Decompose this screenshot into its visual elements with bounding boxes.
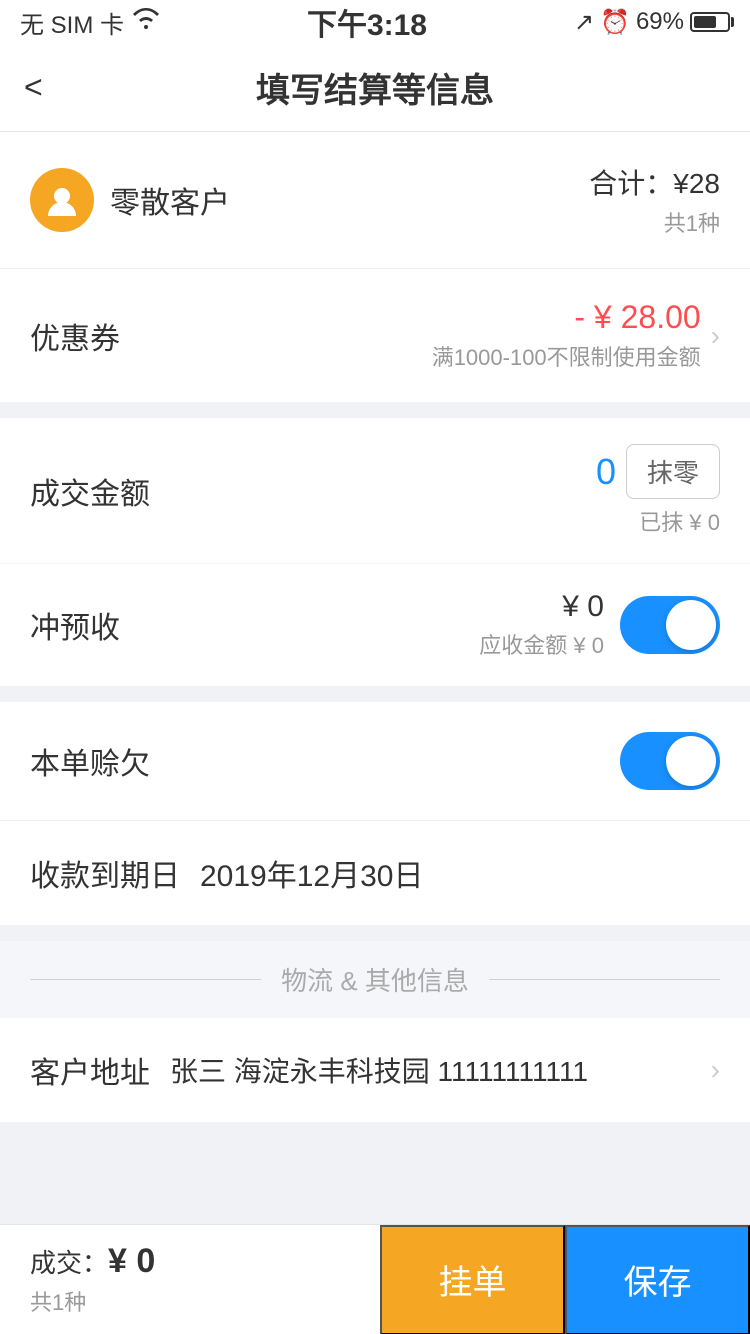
due-date-value: 2019年12月30日 — [200, 851, 423, 895]
status-left: 无 SIM 卡 — [20, 5, 160, 40]
debt-label: 本单赊欠 — [30, 739, 150, 783]
transaction-right: 0 抹零 已抹 ¥ 0 — [556, 444, 720, 537]
coupon-chevron: › — [711, 320, 720, 352]
address-label: 客户地址 — [30, 1048, 150, 1092]
content: 零散客户 合计：¥28 共1种 优惠券 - ¥ 28.00 满1000-100不… — [0, 132, 750, 1258]
logistics-header: 物流 & 其他信息 — [0, 941, 750, 1018]
debt-card: 本单赊欠 收款到期日 2019年12月30日 — [0, 702, 750, 925]
coupon-row[interactable]: 优惠券 - ¥ 28.00 满1000-100不限制使用金额 › — [0, 268, 750, 402]
coupon-right: - ¥ 28.00 满1000-100不限制使用金额 › — [432, 299, 720, 372]
debt-toggle-knob — [666, 736, 716, 786]
alarm-icon: ⏰ — [600, 8, 630, 37]
customer-name: 零散客户 — [110, 178, 230, 222]
coupon-discount: - ¥ 28.00 — [432, 299, 701, 336]
due-date-label: 收款到期日 — [30, 851, 180, 895]
battery-percentage: 69% — [636, 8, 684, 36]
logistics-line-right — [489, 979, 720, 980]
bottom-info: 成交：¥ 0 共1种 — [0, 1242, 380, 1317]
prepay-amount-wrap: ¥ 0 应收金额 ¥ 0 — [479, 590, 604, 660]
back-button[interactable]: < — [24, 69, 43, 106]
nav-bar: < 填写结算等信息 — [0, 44, 750, 132]
toggle-knob — [666, 600, 716, 650]
due-date-row: 收款到期日 2019年12月30日 — [0, 820, 750, 925]
bottom-bar: 成交：¥ 0 共1种 挂单 保存 — [0, 1224, 750, 1334]
transaction-label: 成交金额 — [30, 469, 150, 513]
logistics-title: 物流 & 其他信息 — [281, 961, 469, 998]
coupon-label: 优惠券 — [30, 314, 120, 358]
status-right: ↗ ⏰ 69% — [574, 8, 730, 37]
debt-toggle[interactable] — [620, 732, 720, 790]
bottom-deal-amount: ¥ 0 — [108, 1242, 155, 1280]
total-amount: 合计：¥28 — [589, 162, 720, 202]
wifi-icon — [132, 8, 160, 36]
customer-card: 零散客户 合计：¥28 共1种 优惠券 - ¥ 28.00 满1000-100不… — [0, 132, 750, 402]
coupon-description: 满1000-100不限制使用金额 — [432, 340, 701, 372]
battery-icon — [690, 12, 730, 32]
logistics-line-left — [30, 979, 261, 980]
page-title: 填写结算等信息 — [256, 63, 494, 112]
location-icon: ↗ — [574, 8, 594, 37]
customer-right: 合计：¥28 共1种 — [589, 162, 720, 238]
address-chevron: › — [711, 1054, 720, 1086]
prepay-label: 冲预收 — [30, 603, 120, 647]
transaction-card: 成交金额 0 抹零 已抹 ¥ 0 冲预收 ¥ 0 应收金额 ¥ 0 — [0, 418, 750, 686]
bottom-deal-label: 成交：¥ 0 — [30, 1242, 350, 1281]
address-row[interactable]: 客户地址 张三 海淀永丰科技园 11111111111 › — [0, 1018, 750, 1122]
transaction-amount-wrap: 0 抹零 已抹 ¥ 0 — [556, 444, 720, 537]
avatar — [30, 168, 94, 232]
customer-row: 零散客户 合计：¥28 共1种 — [0, 132, 750, 268]
prepay-right: ¥ 0 应收金额 ¥ 0 — [479, 590, 720, 660]
prepay-toggle[interactable] — [620, 596, 720, 654]
transaction-amount[interactable]: 0 — [556, 451, 616, 493]
customer-left: 零散客户 — [30, 168, 230, 232]
total-count: 共1种 — [589, 206, 720, 238]
bottom-count: 共1种 — [30, 1285, 350, 1317]
address-card: 客户地址 张三 海淀永丰科技园 11111111111 › — [0, 1018, 750, 1122]
save-button[interactable]: 保存 — [565, 1225, 750, 1334]
hold-button[interactable]: 挂单 — [380, 1225, 565, 1334]
prepay-row: 冲预收 ¥ 0 应收金额 ¥ 0 — [0, 564, 750, 686]
already-rounded-text: 已抹 ¥ 0 — [556, 505, 720, 537]
address-value: 张三 海淀永丰科技园 11111111111 — [170, 1050, 711, 1090]
status-time: 下午3:18 — [307, 0, 427, 44]
prepay-receivable: 应收金额 ¥ 0 — [479, 628, 604, 660]
debt-row: 本单赊欠 — [0, 702, 750, 820]
round-zero-button[interactable]: 抹零 — [626, 444, 720, 499]
carrier-text: 无 SIM 卡 — [20, 5, 124, 40]
transaction-row: 成交金额 0 抹零 已抹 ¥ 0 — [0, 418, 750, 564]
coupon-info: - ¥ 28.00 满1000-100不限制使用金额 — [432, 299, 701, 372]
prepay-amount: ¥ 0 — [479, 590, 604, 624]
status-bar: 无 SIM 卡 下午3:18 ↗ ⏰ 69% — [0, 0, 750, 44]
